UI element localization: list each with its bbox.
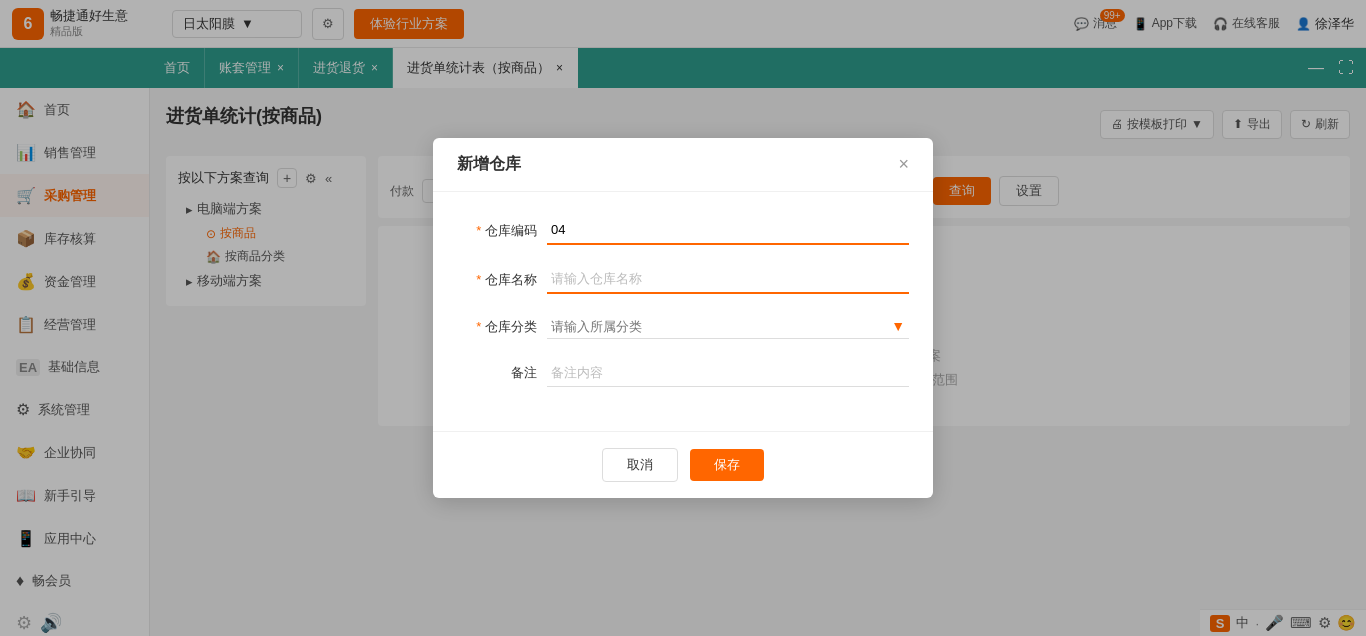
name-label: 仓库名称 bbox=[457, 271, 537, 289]
category-input[interactable] bbox=[551, 319, 891, 334]
form-row-code: 仓库编码 bbox=[457, 216, 909, 245]
modal-overlay: 新增仓库 × 仓库编码 仓库名称 仓库分类 ▼ bbox=[0, 0, 1366, 636]
modal-title: 新增仓库 bbox=[457, 154, 521, 175]
form-row-remark: 备注 bbox=[457, 359, 909, 387]
new-warehouse-modal: 新增仓库 × 仓库编码 仓库名称 仓库分类 ▼ bbox=[433, 138, 933, 498]
form-row-category: 仓库分类 ▼ bbox=[457, 314, 909, 339]
category-select-wrapper: ▼ bbox=[547, 314, 909, 339]
remark-label: 备注 bbox=[457, 364, 537, 382]
form-row-name: 仓库名称 bbox=[457, 265, 909, 294]
remark-input[interactable] bbox=[547, 359, 909, 387]
code-input[interactable] bbox=[547, 216, 909, 245]
code-label: 仓库编码 bbox=[457, 222, 537, 240]
modal-footer: 取消 保存 bbox=[433, 431, 933, 498]
save-button[interactable]: 保存 bbox=[690, 449, 764, 481]
modal-header: 新增仓库 × bbox=[433, 138, 933, 192]
category-arrow-icon: ▼ bbox=[891, 318, 905, 334]
name-input[interactable] bbox=[547, 265, 909, 294]
modal-close-btn[interactable]: × bbox=[898, 154, 909, 175]
modal-body: 仓库编码 仓库名称 仓库分类 ▼ 备注 bbox=[433, 192, 933, 431]
cancel-button[interactable]: 取消 bbox=[602, 448, 678, 482]
category-label: 仓库分类 bbox=[457, 318, 537, 336]
